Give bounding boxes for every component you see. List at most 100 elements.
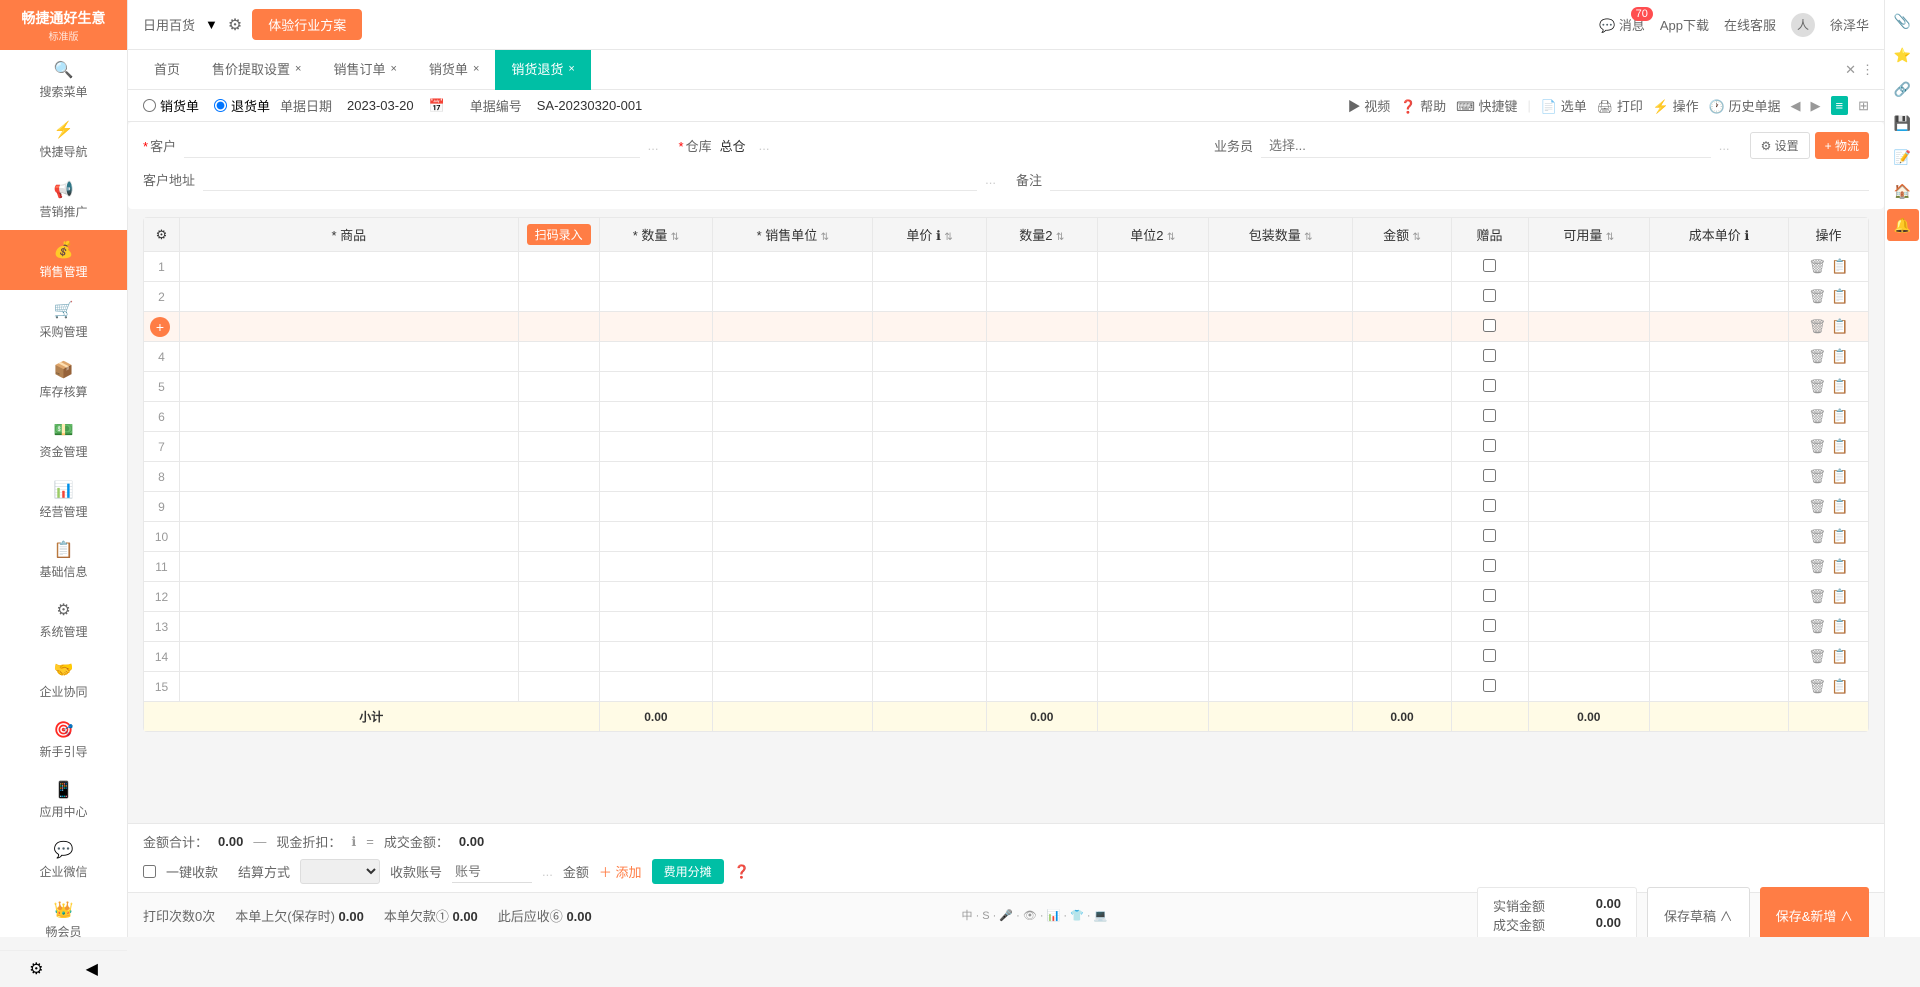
qty-sort-icon[interactable]: ⇅ — [671, 232, 679, 243]
right-icon-6[interactable]: 🏠 — [1887, 175, 1919, 207]
one-click-payment-checkbox[interactable] — [143, 865, 156, 878]
prev-doc-icon[interactable]: ◀ — [1791, 98, 1801, 114]
tabs-close-all-icon[interactable]: ✕ — [1845, 62, 1856, 78]
customer-dots-btn[interactable]: ... — [648, 138, 659, 153]
delete-btn[interactable]: 🗑 — [1808, 678, 1826, 695]
add-logistics-button[interactable]: + 物流 — [1815, 132, 1869, 159]
gift-checkbox[interactable] — [1483, 529, 1496, 542]
sidebar-item-search[interactable]: 🔍 搜索菜单 — [0, 50, 127, 110]
goods-input-1[interactable] — [186, 259, 512, 274]
row-goods-3[interactable] — [180, 312, 519, 342]
gift-checkbox-3[interactable] — [1483, 319, 1496, 332]
tab-sales-invoice[interactable]: 销货单 × — [413, 50, 495, 90]
goods-input-3[interactable] — [186, 319, 512, 334]
delete-row-2-btn[interactable]: 🗑 — [1808, 288, 1826, 305]
row-gift-1[interactable] — [1451, 252, 1528, 282]
expense-split-button[interactable]: 费用分摊 — [652, 859, 724, 884]
add-row-btn[interactable]: + — [150, 317, 170, 337]
sidebar-item-purchase[interactable]: 🛒 采购管理 — [0, 290, 127, 350]
row-unit2-3[interactable] — [1097, 312, 1208, 342]
sidebar-item-collaboration[interactable]: 🤝 企业协同 — [0, 650, 127, 710]
row-packqty-2[interactable] — [1208, 282, 1353, 312]
sidebar-item-basic-info[interactable]: 📋 基础信息 — [0, 530, 127, 590]
salesperson-dots-btn[interactable]: ... — [1719, 138, 1730, 153]
row-salesunit-3[interactable] — [713, 312, 873, 342]
gift-checkbox[interactable] — [1483, 439, 1496, 452]
row-qty-2[interactable] — [599, 282, 713, 312]
sidebar-item-member[interactable]: 👑 畅会员 — [0, 890, 127, 950]
row-goods-2[interactable] — [180, 282, 519, 312]
next-doc-icon[interactable]: ▶ — [1811, 98, 1821, 114]
sidebar-item-operations[interactable]: 📊 经营管理 — [0, 470, 127, 530]
row-unitprice-3[interactable] — [873, 312, 986, 342]
copy-btn[interactable]: 📋 — [1831, 498, 1848, 515]
gift-checkbox[interactable] — [1483, 679, 1496, 692]
row-unitprice-2[interactable] — [873, 282, 986, 312]
settings-col-icon[interactable]: ⚙ — [156, 227, 168, 242]
copy-btn[interactable]: 📋 — [1831, 348, 1848, 365]
gift-checkbox-2[interactable] — [1483, 289, 1496, 302]
delete-btn[interactable]: 🗑 — [1808, 438, 1826, 455]
copy-row-3-btn[interactable]: 📋 — [1831, 318, 1848, 335]
amount-sort-icon[interactable]: ⇅ — [1412, 232, 1420, 243]
note-input[interactable] — [1050, 167, 1869, 191]
view-mode-grid-icon[interactable]: ⊞ — [1858, 98, 1869, 114]
delete-btn[interactable]: 🗑 — [1808, 648, 1826, 665]
warehouse-dots-btn[interactable]: ... — [759, 138, 770, 153]
tab-home[interactable]: 首页 — [138, 50, 196, 90]
salesunit-sort-icon[interactable]: ⇅ — [821, 232, 829, 243]
right-icon-2[interactable]: ⭐ — [1887, 39, 1919, 71]
add-payment-btn[interactable]: ＋ 添加 — [599, 862, 642, 881]
sidebar-item-system[interactable]: ⚙ 系统管理 — [0, 590, 127, 650]
tab-sales-return[interactable]: 销货退货 × — [495, 50, 590, 90]
row-amount-2[interactable] — [1353, 282, 1451, 312]
row-salesunit-1[interactable] — [713, 252, 873, 282]
tab-salesorder-close-icon[interactable]: × — [390, 63, 396, 75]
radio-return[interactable]: 退货单 — [214, 96, 270, 115]
gift-checkbox[interactable] — [1483, 349, 1496, 362]
tabs-menu-icon[interactable]: ⋮ — [1861, 62, 1874, 78]
shortcut-icon[interactable]: ⌨ 快捷键 — [1456, 96, 1517, 115]
right-icon-4[interactable]: 💾 — [1887, 107, 1919, 139]
video-help-icon[interactable]: ▶ 视频 — [1348, 96, 1391, 115]
delete-btn[interactable]: 🗑 — [1808, 528, 1826, 545]
delete-row-3-btn[interactable]: 🗑 — [1808, 318, 1826, 335]
tab-sales-order[interactable]: 销售订单 × — [317, 50, 412, 90]
row-amount-3[interactable] — [1353, 312, 1451, 342]
right-icon-5[interactable]: 📝 — [1887, 141, 1919, 173]
packqty-sort-icon[interactable]: ⇅ — [1304, 232, 1312, 243]
save-new-button[interactable]: 保存&新增 ∧ — [1760, 887, 1869, 937]
th-scan[interactable]: 扫码录入 — [518, 218, 599, 252]
row-unit2-2[interactable] — [1097, 282, 1208, 312]
gift-checkbox[interactable] — [1483, 379, 1496, 392]
app-download-link[interactable]: App下载 — [1660, 15, 1709, 34]
gift-checkbox[interactable] — [1483, 649, 1496, 662]
copy-btn[interactable]: 📋 — [1831, 468, 1848, 485]
delete-btn[interactable]: 🗑 — [1808, 408, 1826, 425]
row-add-icon-3[interactable]: + — [144, 312, 180, 342]
username-label[interactable]: 徐泽华 — [1830, 15, 1869, 34]
account-input[interactable] — [452, 861, 532, 883]
row-packqty-1[interactable] — [1208, 252, 1353, 282]
copy-btn[interactable]: 📋 — [1831, 678, 1848, 695]
right-icon-7[interactable]: 🔔 — [1887, 209, 1919, 241]
delete-row-1-btn[interactable]: 🗑 — [1808, 258, 1826, 275]
available-sort-icon[interactable]: ⇅ — [1606, 232, 1614, 243]
unit2-sort-icon[interactable]: ⇅ — [1167, 232, 1175, 243]
row-packqty-3[interactable] — [1208, 312, 1353, 342]
copy-btn[interactable]: 📋 — [1831, 378, 1848, 395]
copy-btn[interactable]: 📋 — [1831, 408, 1848, 425]
row-qty2-2[interactable] — [986, 282, 1097, 312]
view-mode-list-icon[interactable]: ≡ — [1831, 96, 1849, 115]
topbar-nav-dropdown-icon[interactable]: ▼ — [205, 17, 218, 32]
sidebar-item-inventory[interactable]: 📦 库存核算 — [0, 350, 127, 410]
row-unitprice-1[interactable] — [873, 252, 986, 282]
copy-btn[interactable]: 📋 — [1831, 648, 1848, 665]
delete-btn[interactable]: 🗑 — [1808, 588, 1826, 605]
sidebar-item-sales[interactable]: 💰 销售管理 — [0, 230, 127, 290]
tab-price-close-icon[interactable]: × — [295, 63, 301, 75]
settlement-method-select[interactable] — [300, 859, 380, 884]
discount-info-icon[interactable]: ℹ — [351, 834, 356, 850]
address-dots-btn[interactable]: ... — [985, 172, 996, 187]
sidebar-item-wechat[interactable]: 💬 企业微信 — [0, 830, 127, 890]
